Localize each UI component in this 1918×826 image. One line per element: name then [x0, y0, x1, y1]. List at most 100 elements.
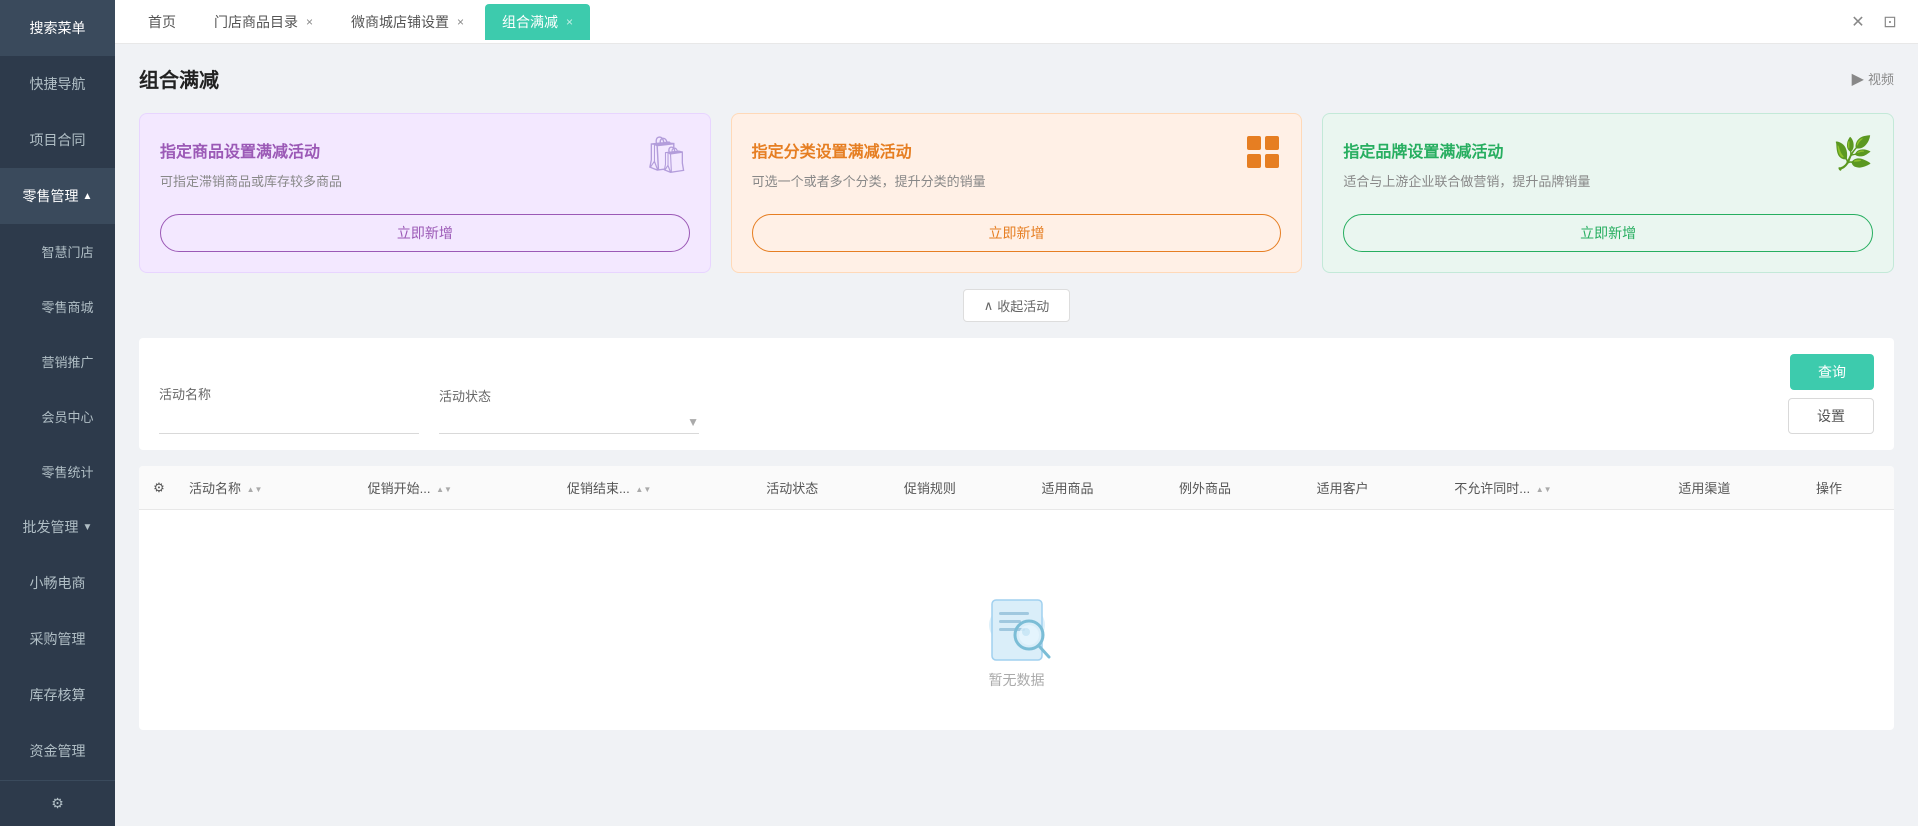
tab-store-catalog-close[interactable]: ×: [306, 15, 313, 29]
window-controls: ✕ ⊡: [1846, 10, 1902, 34]
sidebar-item-retail-stats[interactable]: 零售统计: [0, 444, 115, 499]
category-card-desc: 可选一个或者多个分类，提升分类的销量: [752, 172, 1282, 198]
collapse-label: 收起活动: [997, 296, 1049, 315]
page-content: 组合满减 ▶ 视频 指定商品设置满减活动 可指定滞销商品或库存较多商品 🛍 立即…: [115, 44, 1918, 826]
activity-name-label: 活动名称: [159, 384, 419, 403]
tab-micro-store[interactable]: 微商城店铺设置 ×: [334, 4, 481, 40]
close-button[interactable]: ✕: [1846, 10, 1870, 34]
brand-card-desc: 适合与上游企业联合做营销，提升品牌销量: [1343, 172, 1873, 198]
sidebar-item-marketing[interactable]: 营销推广: [0, 334, 115, 389]
sidebar-item-quick-nav[interactable]: 快捷导航: [0, 56, 115, 112]
sidebar-item-label: 批发管理: [23, 517, 79, 537]
col-applicable-channel: 适用渠道: [1668, 466, 1806, 510]
product-card-icon: 🛍: [644, 134, 690, 176]
tab-store-catalog[interactable]: 门店商品目录 ×: [197, 4, 330, 40]
play-icon: ▶: [1852, 69, 1864, 89]
table-head: ⚙ 活动名称 ▲▼ 促销开始... ▲▼ 促销结束... ▲▼: [139, 466, 1894, 510]
chevron-up-icon: ∧: [984, 298, 994, 314]
product-card-title: 指定商品设置满减活动: [160, 138, 690, 162]
sidebar-item-label: 营销推广: [41, 352, 93, 371]
gear-icon: ⚙: [153, 480, 165, 495]
sidebar-item-search[interactable]: 搜索菜单: [0, 0, 115, 56]
search-actions: 查询 设置: [1788, 354, 1874, 434]
sidebar-item-wholesale[interactable]: 批发管理 ▼: [0, 499, 115, 555]
product-card-desc: 可指定滞销商品或库存较多商品: [160, 172, 690, 198]
sort-arrows-promo-start[interactable]: ▲▼: [436, 485, 452, 494]
tab-store-catalog-label: 门店商品目录: [214, 12, 298, 32]
sidebar-item-smart-store[interactable]: 智慧门店: [0, 224, 115, 279]
col-excluded-goods: 例外商品: [1169, 466, 1307, 510]
tab-combo-discount[interactable]: 组合满减 ×: [485, 4, 590, 40]
main-area: 首页 门店商品目录 × 微商城店铺设置 × 组合满减 × ✕ ⊡ 组合满减: [115, 0, 1918, 826]
tab-home-label: 首页: [148, 12, 176, 32]
category-card-btn[interactable]: 立即新增: [752, 214, 1282, 252]
empty-state: 暂无数据: [139, 510, 1894, 730]
tab-bar: 首页 门店商品目录 × 微商城店铺设置 × 组合满减 × ✕ ⊡: [115, 0, 1918, 44]
col-promo-start: 促销开始... ▲▼: [358, 466, 557, 510]
table-wrapper: ⚙ 活动名称 ▲▼ 促销开始... ▲▼ 促销结束... ▲▼: [139, 466, 1894, 730]
setting-button[interactable]: 设置: [1788, 398, 1874, 434]
maximize-button[interactable]: ⊡: [1878, 10, 1902, 34]
table-body: 暂无数据: [139, 510, 1894, 731]
brand-card-title: 指定品牌设置满减活动: [1343, 138, 1873, 162]
sidebar-item-label: 零售统计: [41, 462, 93, 481]
sort-arrows-no-concurrent[interactable]: ▲▼: [1536, 485, 1552, 494]
tab-home[interactable]: 首页: [131, 4, 193, 40]
col-name: 活动名称 ▲▼: [179, 466, 358, 510]
sidebar-item-retail[interactable]: 零售管理 ▲: [0, 168, 115, 224]
collapse-button[interactable]: ∧ 收起活动: [963, 289, 1071, 322]
settings-icon[interactable]: ⚙: [0, 780, 115, 826]
sort-arrows-promo-end[interactable]: ▲▼: [635, 485, 651, 494]
cards-row: 指定商品设置满减活动 可指定滞销商品或库存较多商品 🛍 立即新增 指定分类设置满…: [139, 113, 1894, 273]
collapse-row: ∧ 收起活动: [139, 289, 1894, 322]
empty-text: 暂无数据: [989, 670, 1045, 690]
video-link-label: 视频: [1868, 69, 1894, 88]
activity-name-field: 活动名称: [159, 384, 419, 434]
sidebar-item-label: 采购管理: [30, 629, 86, 649]
empty-illustration: [957, 570, 1077, 670]
col-no-concurrent: 不允许同时... ▲▼: [1444, 466, 1668, 510]
brand-card: 指定品牌设置满减活动 适合与上游企业联合做营销，提升品牌销量 🌿 立即新增: [1322, 113, 1894, 273]
sort-arrows-name[interactable]: ▲▼: [247, 485, 263, 494]
activity-status-label: 活动状态: [439, 386, 699, 405]
sidebar-item-finance[interactable]: 资金管理: [0, 723, 115, 779]
video-link[interactable]: ▶ 视频: [1852, 69, 1894, 89]
sidebar-item-inventory[interactable]: 库存核算: [0, 667, 115, 723]
search-bar: 活动名称 活动状态 ▼ 查询 设置: [139, 338, 1894, 450]
tab-micro-store-close[interactable]: ×: [457, 15, 464, 29]
page-header: 组合满减 ▶ 视频: [139, 64, 1894, 93]
activity-status-field: 活动状态 ▼: [439, 386, 699, 434]
col-settings[interactable]: ⚙: [139, 466, 179, 510]
activity-status-select[interactable]: ▼: [439, 411, 699, 434]
col-applicable-customer: 适用客户: [1307, 466, 1445, 510]
col-promo-end: 促销结束... ▲▼: [557, 466, 756, 510]
tab-combo-discount-label: 组合满减: [502, 12, 558, 32]
sidebar-item-xiochang[interactable]: 小畅电商: [0, 555, 115, 611]
tab-micro-store-label: 微商城店铺设置: [351, 12, 449, 32]
sidebar: 搜索菜单 快捷导航 项目合同 零售管理 ▲ 智慧门店 零售商城 营销推广 会员中…: [0, 0, 115, 826]
query-button[interactable]: 查询: [1790, 354, 1874, 390]
sidebar-item-label: 项目合同: [30, 130, 86, 150]
sidebar-item-retail-mall[interactable]: 零售商城: [0, 279, 115, 334]
col-applicable-goods: 适用商品: [1031, 466, 1169, 510]
activity-name-input[interactable]: [159, 409, 419, 434]
category-card-icon: [1245, 134, 1281, 178]
col-status: 活动状态: [756, 466, 894, 510]
chevron-down-icon: ▼: [687, 415, 699, 429]
tab-combo-discount-close[interactable]: ×: [566, 15, 573, 29]
brand-card-icon: 🌿: [1833, 134, 1873, 172]
sidebar-item-label: 小畅电商: [30, 573, 86, 593]
sidebar-item-member[interactable]: 会员中心: [0, 389, 115, 444]
sidebar-item-label: 资金管理: [30, 741, 86, 761]
sidebar-item-purchase[interactable]: 采购管理: [0, 611, 115, 667]
sidebar-item-label: 零售管理: [23, 186, 79, 206]
brand-card-btn[interactable]: 立即新增: [1343, 214, 1873, 252]
sidebar-item-label: 会员中心: [41, 407, 93, 426]
category-card-title: 指定分类设置满减活动: [752, 138, 1282, 162]
col-promo-rule: 促销规则: [894, 466, 1032, 510]
chevron-down-icon: ▼: [83, 522, 93, 533]
col-operation: 操作: [1806, 466, 1894, 510]
sidebar-item-project[interactable]: 项目合同: [0, 112, 115, 168]
sidebar-item-label: 库存核算: [30, 685, 86, 705]
product-card-btn[interactable]: 立即新增: [160, 214, 690, 252]
